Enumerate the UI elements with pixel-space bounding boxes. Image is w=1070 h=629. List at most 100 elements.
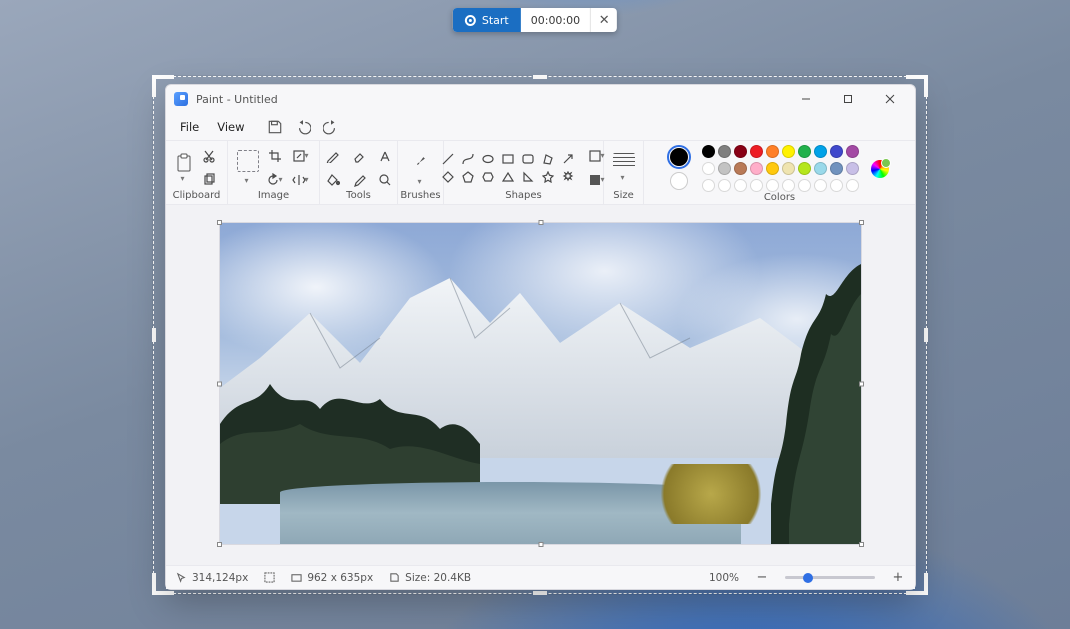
color-palette (702, 145, 859, 192)
color-swatch[interactable] (846, 145, 859, 158)
save-button[interactable] (267, 119, 283, 135)
shape-triangle[interactable] (501, 170, 515, 184)
rotate-button[interactable]: ▾ (265, 170, 285, 190)
record-icon (465, 15, 476, 26)
close-button[interactable] (873, 85, 907, 113)
color-1[interactable] (670, 148, 688, 166)
resize-handle[interactable] (217, 381, 222, 386)
color-swatch[interactable] (702, 145, 715, 158)
redo-button[interactable] (323, 119, 339, 135)
custom-color-slot[interactable] (718, 179, 731, 192)
shape-polygon[interactable] (541, 152, 555, 166)
zoom-slider[interactable] (785, 576, 875, 579)
shape-hexagon[interactable] (481, 170, 495, 184)
canvas[interactable] (220, 223, 861, 544)
resize-handle[interactable] (859, 220, 864, 225)
group-brushes: ▾ Brushes (398, 141, 444, 204)
pencil-tool[interactable] (323, 146, 343, 166)
color-2[interactable] (670, 172, 688, 190)
record-close-button[interactable]: ✕ (591, 8, 617, 32)
custom-color-slot[interactable] (750, 179, 763, 192)
color-swatch[interactable] (718, 145, 731, 158)
size-dropdown[interactable]: ▾ (620, 173, 624, 182)
paste-button[interactable]: ▾ (175, 153, 193, 183)
titlebar[interactable]: Paint - Untitled (166, 85, 915, 113)
magnifier-tool[interactable] (375, 170, 395, 190)
minimize-button[interactable] (789, 85, 823, 113)
fill-tool[interactable] (323, 170, 343, 190)
custom-color-slot[interactable] (782, 179, 795, 192)
group-label: Clipboard (173, 190, 221, 201)
color-swatch[interactable] (766, 162, 779, 175)
resize-handle[interactable] (217, 542, 222, 547)
color-swatch[interactable] (718, 162, 731, 175)
shape-arrow-ne[interactable] (561, 152, 575, 166)
group-label: Image (258, 190, 289, 201)
record-start-button[interactable]: Start (453, 8, 521, 32)
color-swatch[interactable] (766, 145, 779, 158)
zoom-in-button[interactable]: + (891, 571, 905, 585)
color-swatch[interactable] (846, 162, 859, 175)
color-swatch[interactable] (750, 145, 763, 158)
custom-color-slot[interactable] (814, 179, 827, 192)
custom-color-slot[interactable] (846, 179, 859, 192)
shape-right-triangle[interactable] (521, 170, 535, 184)
shape-pentagon[interactable] (461, 170, 475, 184)
picker-tool[interactable] (349, 170, 369, 190)
color-swatch[interactable] (782, 145, 795, 158)
color-swatch[interactable] (798, 145, 811, 158)
size-button[interactable] (613, 153, 635, 169)
eraser-tool[interactable] (349, 146, 369, 166)
group-image: ▾ ▾ ▾ ▾ Image (228, 141, 320, 204)
group-label: Tools (346, 190, 371, 201)
shape-burst[interactable] (561, 170, 575, 184)
custom-color-slot[interactable] (766, 179, 779, 192)
shape-curve[interactable] (461, 152, 475, 166)
color-swatch[interactable] (750, 162, 763, 175)
resize-handle[interactable] (859, 381, 864, 386)
color-swatch[interactable] (830, 145, 843, 158)
custom-color-slot[interactable] (702, 179, 715, 192)
menu-view[interactable]: View (209, 116, 252, 138)
select-dropdown[interactable]: ▾ (244, 176, 248, 185)
select-button[interactable] (237, 150, 259, 172)
resize-handle[interactable] (538, 220, 543, 225)
copy-button[interactable] (199, 170, 219, 190)
shape-diamond[interactable] (441, 170, 455, 184)
color-swatch[interactable] (702, 162, 715, 175)
crop-button[interactable] (265, 146, 285, 166)
shape-line[interactable] (441, 152, 455, 166)
flip-button[interactable]: ▾ (291, 170, 311, 190)
color-swatch[interactable] (798, 162, 811, 175)
shape-oval[interactable] (481, 152, 495, 166)
resize-handle[interactable] (538, 542, 543, 547)
zoom-out-button[interactable]: − (755, 571, 769, 585)
edit-colors-button[interactable] (871, 160, 889, 178)
brush-dropdown[interactable]: ▾ (417, 177, 421, 186)
resize-button[interactable]: ▾ (291, 146, 311, 166)
color-swatch[interactable] (734, 162, 747, 175)
cut-button[interactable] (199, 146, 219, 166)
custom-color-slot[interactable] (830, 179, 843, 192)
menu-file[interactable]: File (172, 116, 207, 138)
text-tool[interactable] (375, 146, 395, 166)
color-swatch[interactable] (830, 162, 843, 175)
custom-color-slot[interactable] (798, 179, 811, 192)
resize-handle[interactable] (859, 542, 864, 547)
shape-star[interactable] (541, 170, 555, 184)
shape-rect[interactable] (501, 152, 515, 166)
color-swatch[interactable] (734, 145, 747, 158)
shape-roundrect[interactable] (521, 152, 535, 166)
resize-handle[interactable] (217, 220, 222, 225)
color-swatch[interactable] (782, 162, 795, 175)
undo-button[interactable] (295, 119, 311, 135)
canvas-viewport[interactable] (166, 205, 915, 565)
desktop-wallpaper: Start 00:00:00 ✕ Paint - Untitled File V… (0, 0, 1070, 629)
color-swatch[interactable] (814, 145, 827, 158)
selection-icon (264, 572, 275, 583)
custom-color-slot[interactable] (734, 179, 747, 192)
shapes-gallery[interactable] (441, 152, 575, 184)
color-swatch[interactable] (814, 162, 827, 175)
brush-button[interactable] (409, 149, 433, 173)
maximize-button[interactable] (831, 85, 865, 113)
